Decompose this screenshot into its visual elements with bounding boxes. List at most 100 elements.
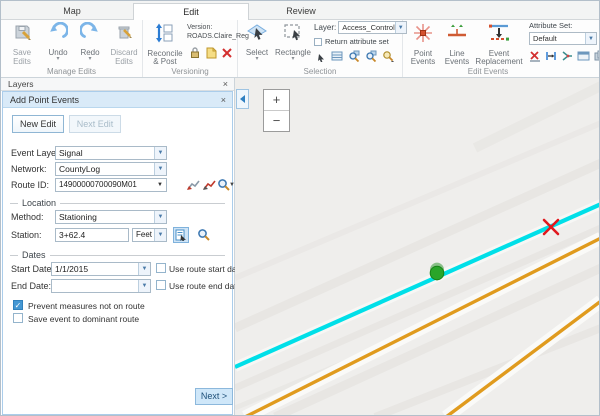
group-selection: Select ▾ Rectangle ▾ Layer: Access_Contr… <box>238 20 403 77</box>
method-dropdown[interactable]: Stationing ▼ <box>55 210 167 224</box>
application-window: Map Edit Review Save Edits Undo ▾ <box>0 0 600 416</box>
station-label: Station: <box>11 230 42 240</box>
undo-button[interactable]: Undo ▾ <box>43 22 73 62</box>
next-button[interactable]: Next > <box>195 388 233 405</box>
clear-selection-icon[interactable] <box>382 49 394 67</box>
calendar-dropdown-icon[interactable]: ▼ <box>138 263 150 275</box>
group-manage-edits: Save Edits Undo ▾ Redo ▾ Discar <box>1 20 143 77</box>
close-icon[interactable]: × <box>223 78 228 91</box>
redo-icon <box>75 22 105 47</box>
select-dropdown-caret[interactable]: ▾ <box>241 57 273 62</box>
event-replacement-button[interactable]: EventReplacement <box>473 22 525 66</box>
reconcile-icon <box>145 22 185 49</box>
road-line-1 <box>245 238 600 416</box>
save-to-dominant-route-checkbox[interactable] <box>13 313 23 323</box>
route-id-combobox[interactable]: 14900000700090M01 ▼ <box>55 178 167 192</box>
network-dropdown[interactable]: CountyLog ▼ <box>55 162 167 176</box>
chevron-down-icon[interactable]: ▼ <box>154 229 166 241</box>
layers-pane-header: Layers × <box>1 78 234 91</box>
ribbon-tab-bar: Map Edit Review <box>1 1 599 20</box>
new-version-icon[interactable] <box>205 46 217 64</box>
chevron-down-icon[interactable]: ▼ <box>154 179 166 191</box>
collapse-panel-button[interactable] <box>236 89 249 109</box>
left-panel: Layers × Add Point Events × New Edit Nex… <box>1 78 235 416</box>
attribute-set-label: Attribute Set: <box>529 21 597 30</box>
pane-title: Add Point Events <box>10 95 79 105</box>
select-features-icon[interactable] <box>314 49 326 67</box>
zoom-to-station-button[interactable] <box>196 227 212 243</box>
retire-event-icon[interactable] <box>529 49 541 67</box>
group-versioning: Reconcile& Post Version: ROADS.Claire_Re… <box>143 20 238 77</box>
map-canvas[interactable]: + − <box>235 78 600 416</box>
calendar-dropdown-icon[interactable]: ▼ <box>138 280 150 292</box>
event-replacement-icon <box>473 22 525 49</box>
map-zoom-control: + − <box>263 89 290 132</box>
zoom-to-selection-icon[interactable] <box>348 49 360 67</box>
event-layer-dropdown[interactable]: Signal ▼ <box>55 146 167 160</box>
reconcile-post-button[interactable]: Reconcile& Post <box>145 22 185 66</box>
tab-map[interactable]: Map <box>29 3 115 20</box>
lock-version-icon[interactable] <box>189 46 201 64</box>
select-button[interactable]: Select ▾ <box>241 22 273 62</box>
discard-edits-button[interactable]: Discard Edits <box>105 22 143 66</box>
line-events-button[interactable]: LineEvents <box>441 22 473 66</box>
event-point-marker <box>430 263 444 281</box>
undo-dropdown-caret[interactable]: ▾ <box>43 57 73 62</box>
chevron-down-icon[interactable]: ▼ <box>585 33 596 44</box>
event-attributes-icon[interactable] <box>577 49 590 67</box>
rectangle-dropdown-caret[interactable]: ▾ <box>274 57 312 62</box>
event-layer-label: Event Layer: <box>11 148 62 158</box>
select-route-from-selection-button[interactable] <box>201 177 217 193</box>
end-date-input[interactable]: ▼ <box>51 279 151 293</box>
select-route-on-map-button[interactable] <box>185 177 201 193</box>
use-route-start-date-checkbox[interactable] <box>156 263 166 273</box>
chevron-down-icon[interactable]: ▼ <box>154 163 166 175</box>
next-edit-button[interactable]: Next Edit <box>69 115 121 133</box>
method-label: Method: <box>11 212 44 222</box>
station-input[interactable]: 3+62.4 <box>55 228 129 242</box>
copy-events-icon[interactable] <box>594 49 600 67</box>
station-unit-dropdown[interactable]: Feet ▼ <box>132 228 167 242</box>
route-id-label: Route ID: <box>11 180 49 190</box>
start-date-input[interactable]: 1/1/2015 ▼ <box>51 262 151 276</box>
new-edit-button[interactable]: New Edit <box>12 115 64 133</box>
redo-dropdown-caret[interactable]: ▾ <box>75 57 105 62</box>
version-info: Version: ROADS.Claire_Reg <box>187 23 243 41</box>
layer-label: Layer: <box>314 23 336 32</box>
select-cursor-icon <box>241 22 273 47</box>
save-icon <box>3 22 41 47</box>
network-label: Network: <box>11 164 47 174</box>
merge-events-icon[interactable] <box>561 49 573 67</box>
pan-to-selection-icon[interactable] <box>365 49 377 67</box>
close-icon[interactable]: × <box>221 92 226 108</box>
attributes-table-icon[interactable] <box>331 49 343 67</box>
layer-dropdown[interactable]: Access_Control ▼ <box>338 21 407 34</box>
delete-version-icon[interactable] <box>221 46 233 64</box>
attribute-set-dropdown[interactable]: Default ▼ <box>529 32 597 45</box>
add-point-events-pane: Add Point Events × New Edit Next Edit Ev… <box>2 91 233 415</box>
chevron-down-icon[interactable]: ▼ <box>154 147 166 159</box>
pick-station-on-map-button[interactable] <box>173 227 189 243</box>
prevent-measures-checkbox[interactable] <box>13 300 23 310</box>
return-attribute-set-checkbox[interactable] <box>314 38 322 46</box>
chevron-left-icon <box>240 95 245 103</box>
start-date-label: Start Date: <box>11 264 54 274</box>
redo-button[interactable]: Redo ▾ <box>75 22 105 62</box>
end-date-label: End Date: <box>11 281 51 291</box>
save-edits-button[interactable]: Save Edits <box>3 22 41 66</box>
point-events-button[interactable]: PointEvents <box>407 22 439 66</box>
tab-edit[interactable]: Edit <box>133 3 249 20</box>
tab-review[interactable]: Review <box>257 3 345 20</box>
location-section-header: Location <box>3 198 232 208</box>
point-events-icon <box>407 22 439 49</box>
ribbon: Save Edits Undo ▾ Redo ▾ Discar <box>1 20 599 78</box>
undo-icon <box>43 22 73 47</box>
chevron-down-icon[interactable]: ▼ <box>154 211 166 223</box>
zoom-in-button[interactable]: + <box>264 90 289 111</box>
rectangle-select-icon <box>274 22 312 47</box>
zoom-out-button[interactable]: − <box>264 111 289 132</box>
rectangle-select-button[interactable]: Rectangle ▾ <box>274 22 312 62</box>
use-route-end-date-checkbox[interactable] <box>156 280 166 290</box>
split-event-icon[interactable] <box>545 49 557 67</box>
layers-pane-title: Layers <box>8 79 34 89</box>
